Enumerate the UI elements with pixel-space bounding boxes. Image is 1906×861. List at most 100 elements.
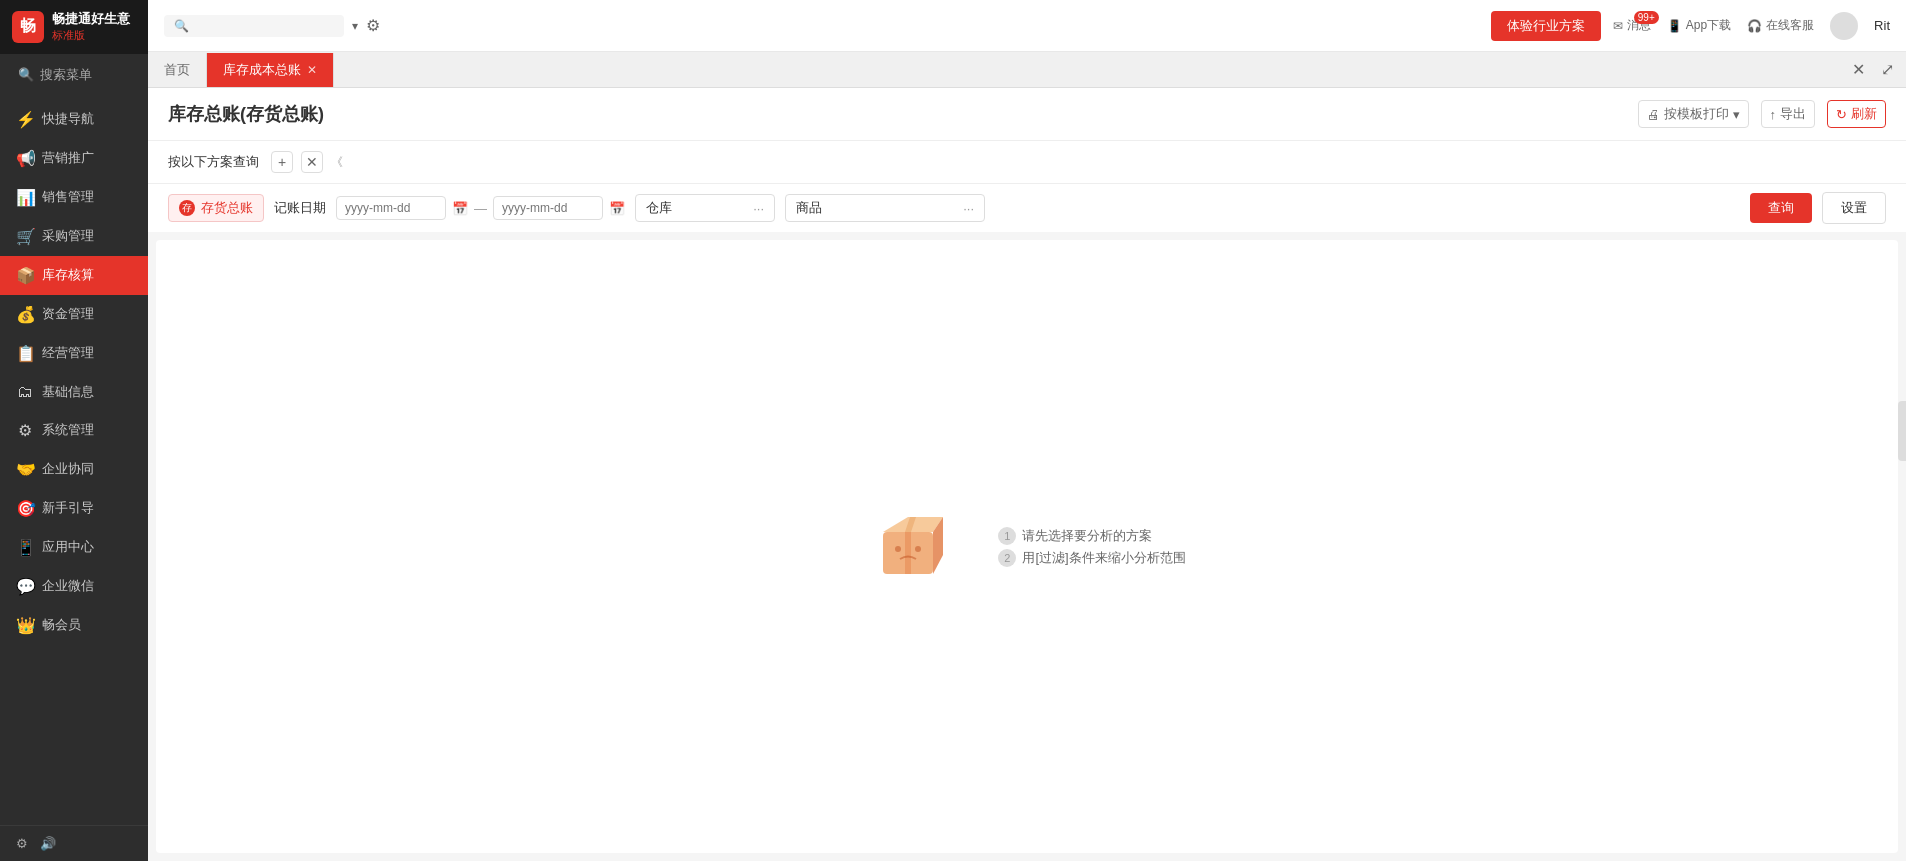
settings-btn[interactable]: 设置 (1822, 192, 1886, 224)
sidebar-item-cooperation[interactable]: 🤝 企业协同 (0, 450, 148, 489)
filter-add-btn[interactable]: + (271, 151, 293, 173)
empty-text: 1 请先选择要分析的方案 2 用[过滤]条件来缩小分析范围 (998, 523, 1185, 571)
audio-footer-icon[interactable]: 🔊 (40, 836, 56, 851)
tab-home-label: 首页 (164, 62, 190, 77)
warehouse-label: 仓库 (646, 199, 672, 217)
sidebar-item-label: 销售管理 (42, 188, 94, 206)
refresh-btn[interactable]: ↻ 刷新 (1827, 100, 1886, 128)
empty-state: 1 请先选择要分析的方案 2 用[过滤]条件来缩小分析范围 (868, 497, 1185, 597)
online-service-btn[interactable]: 🎧 在线客服 (1747, 17, 1814, 34)
filter-remove-btn[interactable]: ✕ (301, 151, 323, 173)
search-menu-btn[interactable]: 🔍 搜索菜单 (10, 62, 138, 88)
tab-controls: ✕ ⤢ (1848, 58, 1906, 81)
header-search-box[interactable]: 🔍 (164, 15, 344, 37)
sidebar-item-marketing[interactable]: 📢 营销推广 (0, 139, 148, 178)
wechat-icon: 💬 (16, 577, 34, 596)
header-dropdown[interactable]: ▾ (352, 19, 358, 33)
empty-icon (868, 497, 968, 597)
svg-rect-3 (905, 532, 911, 574)
sidebar-item-sales[interactable]: 📊 销售管理 (0, 178, 148, 217)
empty-box-svg (868, 497, 958, 587)
side-hint[interactable] (1898, 401, 1906, 461)
message-btn[interactable]: ✉ 消息 99+ (1613, 17, 1651, 34)
sidebar-item-inventory[interactable]: 📦 库存核算 (0, 256, 148, 295)
settings-footer-icon[interactable]: ⚙ (16, 836, 28, 851)
sidebar-item-finance[interactable]: 💰 资金管理 (0, 295, 148, 334)
tab-inventory-cost[interactable]: 库存成本总账 ✕ (207, 53, 334, 87)
sidebar-item-purchase[interactable]: 🛒 采购管理 (0, 217, 148, 256)
member-icon: 👑 (16, 616, 34, 635)
app-logo: 畅 畅捷通好生意 标准版 (0, 0, 148, 54)
tab-close-btn[interactable]: ✕ (1848, 58, 1869, 81)
finance-icon: 💰 (16, 305, 34, 324)
print-template-btn[interactable]: 🖨 按模板打印 ▾ (1638, 100, 1749, 128)
filter-label: 按以下方案查询 (168, 153, 259, 171)
header-right: ✉ 消息 99+ 📱 App下载 🎧 在线客服 Rit (1613, 12, 1890, 40)
tab-close-icon[interactable]: ✕ (307, 63, 317, 77)
goods-selector[interactable]: 商品 ··· (785, 194, 985, 222)
sidebar-item-wechat[interactable]: 💬 企业微信 (0, 567, 148, 606)
scheme-icon: 存 (179, 200, 195, 216)
page-title: 库存总账(存货总账) (168, 102, 324, 126)
guide-icon: 🎯 (16, 499, 34, 518)
warehouse-selector[interactable]: 仓库 ··· (635, 194, 775, 222)
sidebar-item-label: 新手引导 (42, 499, 94, 517)
inventory-icon: 📦 (16, 266, 34, 285)
sidebar-item-label: 畅会员 (42, 616, 81, 634)
export-btn[interactable]: ↑ 导出 (1761, 100, 1816, 128)
top-header: 🔍 ▾ ⚙ 体验行业方案 ✉ 消息 99+ 📱 App下载 🎧 在线客服 (148, 0, 1906, 52)
print-icon: 🖨 (1647, 107, 1660, 122)
scheme-selector[interactable]: 存 存货总账 (168, 194, 264, 222)
step-1-num: 1 (998, 527, 1016, 545)
app-version: 标准版 (52, 28, 130, 43)
hint-2: 用[过滤]条件来缩小分析范围 (1022, 549, 1185, 567)
sidebar-item-quick-nav[interactable]: ⚡ 快捷导航 (0, 100, 148, 139)
sales-icon: 📊 (16, 188, 34, 207)
tab-bar: 首页 库存成本总账 ✕ ✕ ⤢ (148, 52, 1906, 88)
sidebar-search-area[interactable]: 🔍 搜索菜单 (0, 54, 148, 96)
sidebar-item-label: 采购管理 (42, 227, 94, 245)
main-content: 🔍 ▾ ⚙ 体验行业方案 ✉ 消息 99+ 📱 App下载 🎧 在线客服 (148, 0, 1906, 861)
app-download-label: App下载 (1686, 17, 1731, 34)
hint-1: 请先选择要分析的方案 (1022, 527, 1152, 545)
filter-row: 存 存货总账 记账日期 📅 — 📅 仓库 ··· 商品 ··· (148, 184, 1906, 232)
sidebar-item-system[interactable]: ⚙ 系统管理 (0, 411, 148, 450)
sidebar-item-basic[interactable]: 🗂 基础信息 (0, 373, 148, 411)
refresh-label: 刷新 (1851, 105, 1877, 123)
sidebar-item-operations[interactable]: 📋 经营管理 (0, 334, 148, 373)
header-gear-icon[interactable]: ⚙ (366, 16, 380, 35)
app-name: 畅捷通好生意 (52, 10, 130, 28)
filter-collapse-btn[interactable]: 《 (331, 154, 343, 171)
sidebar: 畅 畅捷通好生意 标准版 🔍 搜索菜单 ⚡ 快捷导航 📢 营销推广 📊 销售管理… (0, 0, 148, 861)
trial-btn[interactable]: 体验行业方案 (1491, 11, 1601, 41)
sidebar-item-app-center[interactable]: 📱 应用中心 (0, 528, 148, 567)
date-separator: — (474, 201, 487, 216)
calendar-end-icon[interactable]: 📅 (609, 201, 625, 216)
query-btn[interactable]: 查询 (1750, 193, 1812, 223)
phone-icon: 📱 (1667, 19, 1682, 33)
tab-inventory-cost-label: 库存成本总账 (223, 61, 301, 79)
logo-text: 畅捷通好生意 标准版 (52, 10, 130, 44)
tab-home[interactable]: 首页 (148, 53, 207, 87)
date-label: 记账日期 (274, 199, 326, 217)
export-icon: ↑ (1770, 107, 1777, 122)
footer-icons: ⚙ 🔊 (16, 836, 56, 851)
user-avatar[interactable] (1830, 12, 1858, 40)
goods-more-icon: ··· (963, 201, 974, 216)
sidebar-item-label: 资金管理 (42, 305, 94, 323)
purchase-icon: 🛒 (16, 227, 34, 246)
sidebar-nav: ⚡ 快捷导航 📢 营销推广 📊 销售管理 🛒 采购管理 📦 库存核算 💰 资金管… (0, 96, 148, 825)
date-end-input[interactable] (493, 196, 603, 220)
calendar-start-icon[interactable]: 📅 (452, 201, 468, 216)
sidebar-item-guide[interactable]: 🎯 新手引导 (0, 489, 148, 528)
svg-point-5 (895, 546, 901, 552)
sidebar-item-member[interactable]: 👑 畅会员 (0, 606, 148, 645)
sidebar-item-label: 基础信息 (42, 383, 94, 401)
date-start-input[interactable] (336, 196, 446, 220)
scheme-name: 存货总账 (201, 199, 253, 217)
app-download-btn[interactable]: 📱 App下载 (1667, 17, 1731, 34)
cooperation-icon: 🤝 (16, 460, 34, 479)
refresh-icon: ↻ (1836, 107, 1847, 122)
sidebar-item-label: 经营管理 (42, 344, 94, 362)
tab-expand-btn[interactable]: ⤢ (1877, 58, 1898, 81)
